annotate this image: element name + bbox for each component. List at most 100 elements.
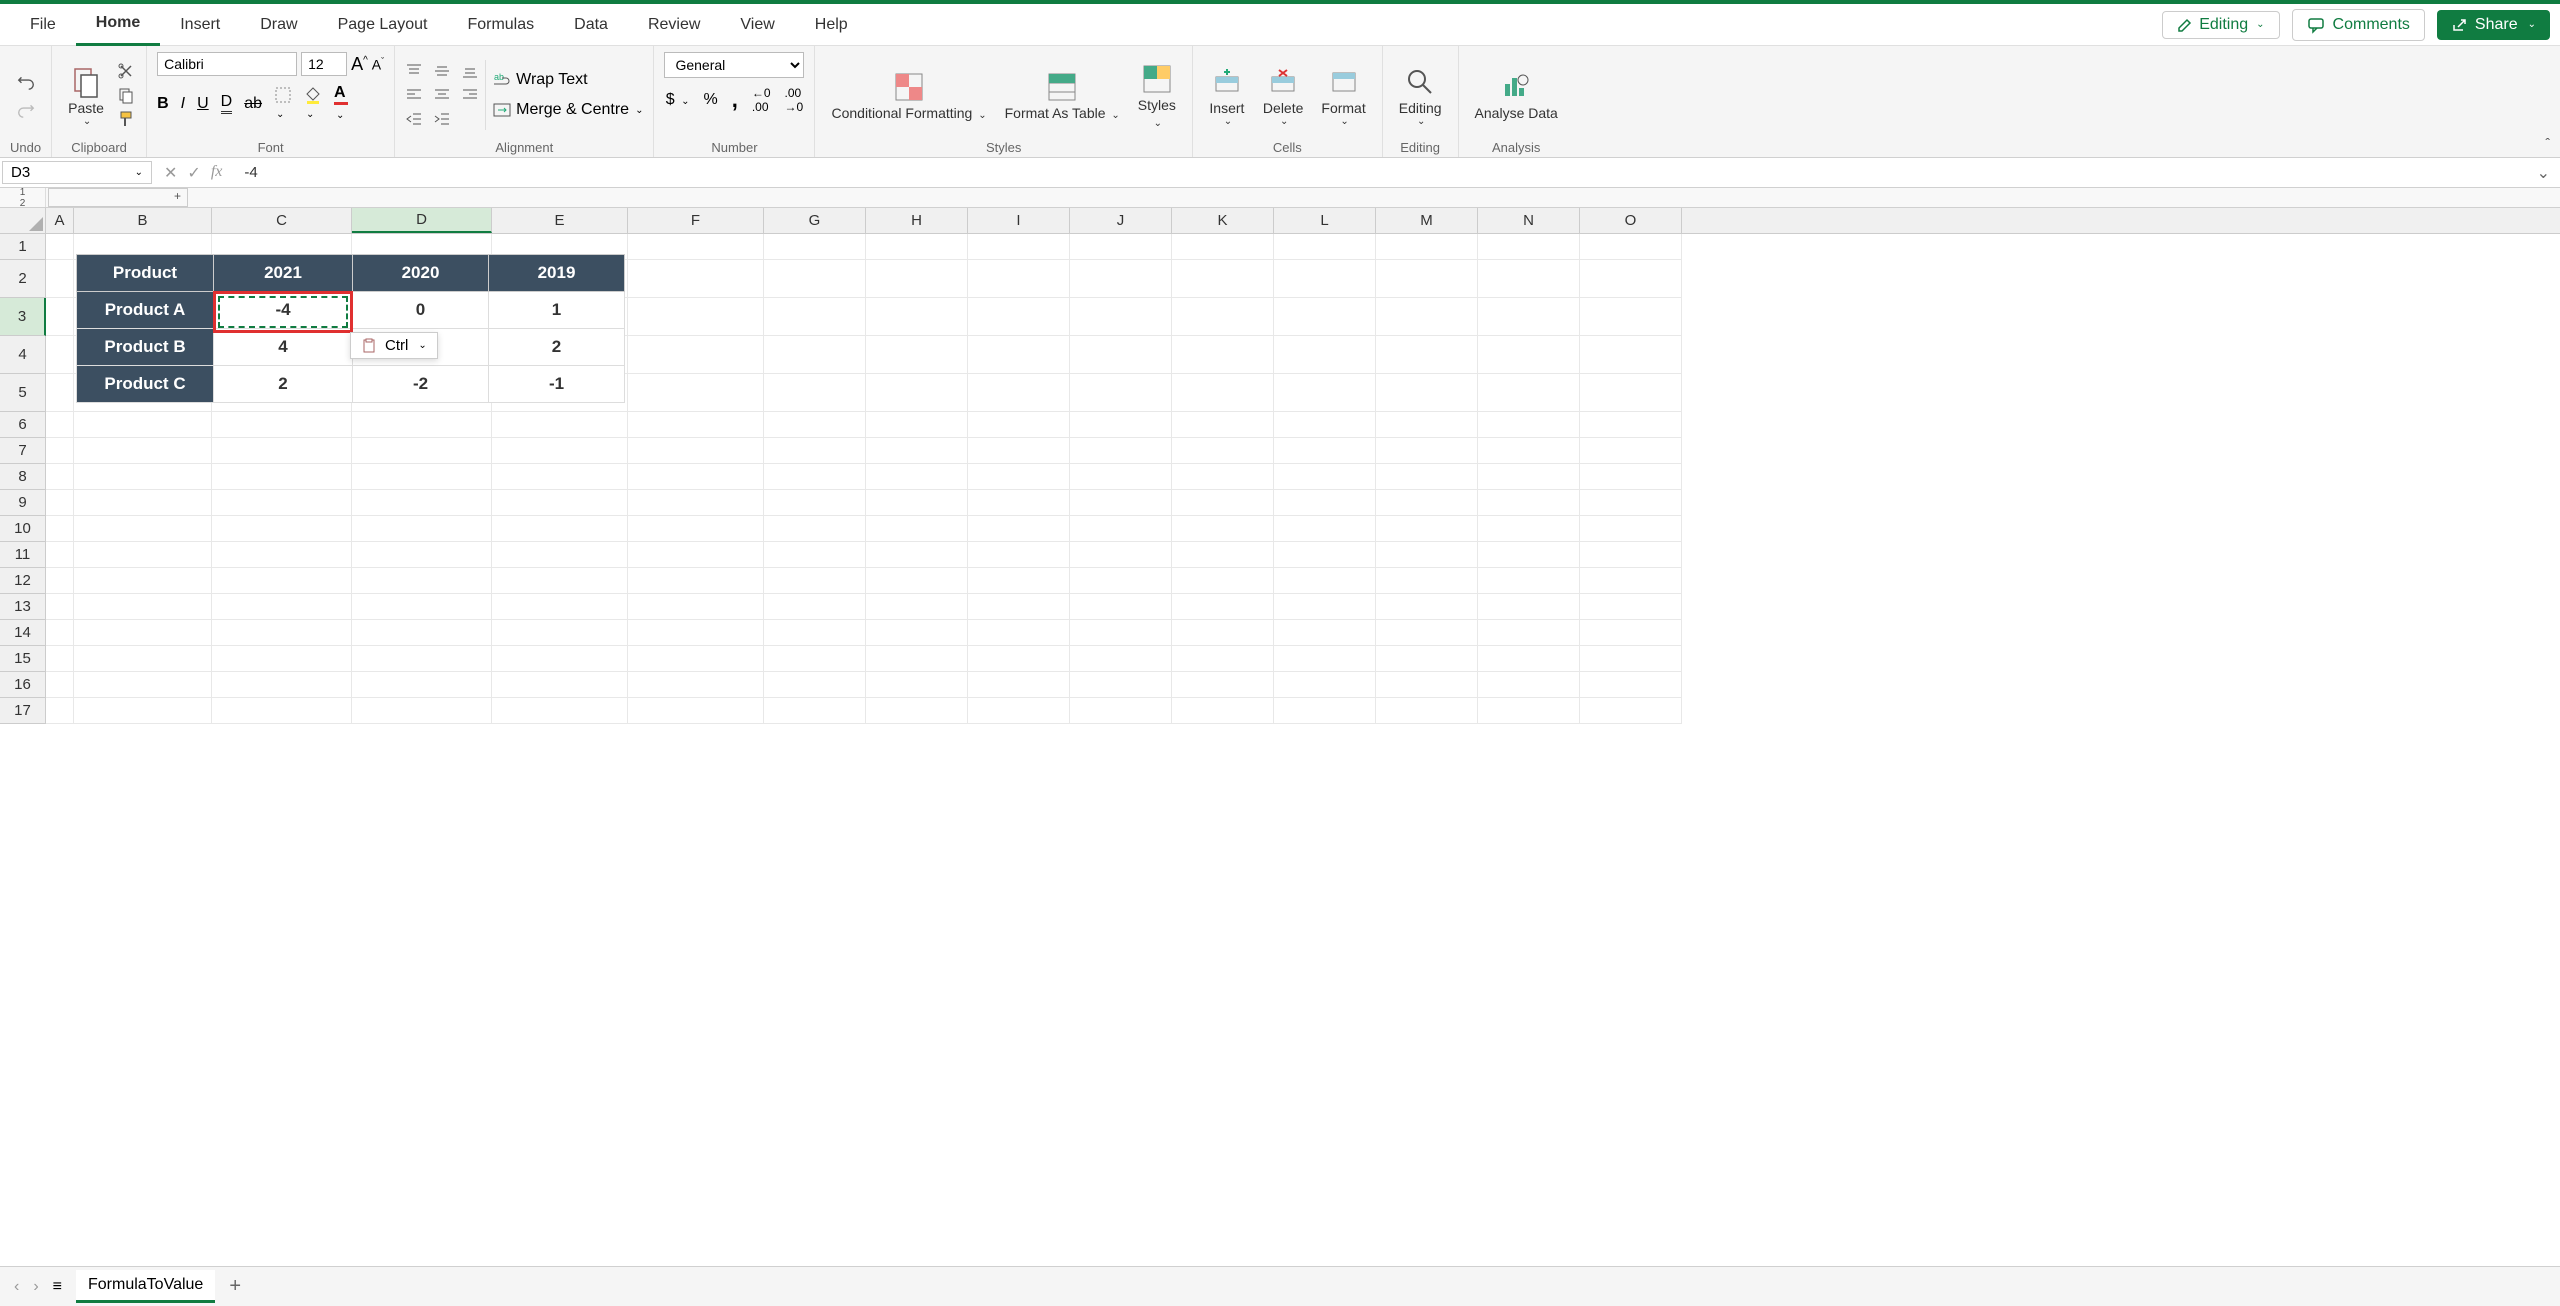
cell-L11[interactable] — [1274, 542, 1376, 568]
cell-I17[interactable] — [968, 698, 1070, 724]
cell-E11[interactable] — [492, 542, 628, 568]
cell-N16[interactable] — [1478, 672, 1580, 698]
cell-C14[interactable] — [212, 620, 352, 646]
cell-H15[interactable] — [866, 646, 968, 672]
cell-D9[interactable] — [352, 490, 492, 516]
cell-G13[interactable] — [764, 594, 866, 620]
cell-O7[interactable] — [1580, 438, 1682, 464]
row-header-2[interactable]: 2 — [0, 260, 46, 298]
cell-K13[interactable] — [1172, 594, 1274, 620]
cell-N5[interactable] — [1478, 374, 1580, 412]
cell-L12[interactable] — [1274, 568, 1376, 594]
cell-K7[interactable] — [1172, 438, 1274, 464]
cell-I2[interactable] — [968, 260, 1070, 298]
cell-O16[interactable] — [1580, 672, 1682, 698]
cell-C6[interactable] — [212, 412, 352, 438]
row-header-15[interactable]: 15 — [0, 646, 46, 672]
cell-G14[interactable] — [764, 620, 866, 646]
menu-tab-data[interactable]: Data — [554, 4, 628, 46]
column-header-G[interactable]: G — [764, 208, 866, 233]
cell-K6[interactable] — [1172, 412, 1274, 438]
cell-D8[interactable] — [352, 464, 492, 490]
cell-G15[interactable] — [764, 646, 866, 672]
paste-options-tag[interactable]: Ctrl ⌄ — [350, 332, 438, 359]
cell-G4[interactable] — [764, 336, 866, 374]
cell-M6[interactable] — [1376, 412, 1478, 438]
cell-C10[interactable] — [212, 516, 352, 542]
align-right-icon[interactable] — [461, 86, 479, 104]
cell-I10[interactable] — [968, 516, 1070, 542]
cell-H9[interactable] — [866, 490, 968, 516]
row-header-1[interactable]: 1 — [0, 234, 46, 260]
cell-J13[interactable] — [1070, 594, 1172, 620]
cell-N15[interactable] — [1478, 646, 1580, 672]
row-header-12[interactable]: 12 — [0, 568, 46, 594]
cell-N2[interactable] — [1478, 260, 1580, 298]
cell-E10[interactable] — [492, 516, 628, 542]
conditional-formatting-button[interactable]: Conditional Formatting ⌄ — [825, 67, 992, 123]
row-header-7[interactable]: 7 — [0, 438, 46, 464]
cell-H6[interactable] — [866, 412, 968, 438]
cell-I1[interactable] — [968, 234, 1070, 260]
row-header-8[interactable]: 8 — [0, 464, 46, 490]
cell-K1[interactable] — [1172, 234, 1274, 260]
cell-L15[interactable] — [1274, 646, 1376, 672]
align-bottom-icon[interactable] — [461, 62, 479, 80]
cell-J5[interactable] — [1070, 374, 1172, 412]
cell-A7[interactable] — [46, 438, 74, 464]
copy-icon[interactable] — [116, 85, 136, 105]
cell-H12[interactable] — [866, 568, 968, 594]
cell-I9[interactable] — [968, 490, 1070, 516]
decrease-decimal-icon[interactable]: .00→0 — [785, 86, 804, 114]
outline-expand-icon[interactable]: + — [48, 188, 188, 207]
cell-O6[interactable] — [1580, 412, 1682, 438]
double-underline-button[interactable]: D — [221, 93, 233, 114]
cell-F5[interactable] — [628, 374, 764, 412]
table-cell[interactable]: -2 — [353, 366, 489, 403]
menu-tab-formulas[interactable]: Formulas — [447, 4, 554, 46]
cell-B15[interactable] — [74, 646, 212, 672]
cell-O8[interactable] — [1580, 464, 1682, 490]
cell-G17[interactable] — [764, 698, 866, 724]
cell-K17[interactable] — [1172, 698, 1274, 724]
cell-I15[interactable] — [968, 646, 1070, 672]
cell-B12[interactable] — [74, 568, 212, 594]
cell-L8[interactable] — [1274, 464, 1376, 490]
cell-K12[interactable] — [1172, 568, 1274, 594]
cell-O11[interactable] — [1580, 542, 1682, 568]
row-header-5[interactable]: 5 — [0, 374, 46, 412]
menu-tab-review[interactable]: Review — [628, 4, 720, 46]
cell-A3[interactable] — [46, 298, 74, 336]
cell-D16[interactable] — [352, 672, 492, 698]
cell-M10[interactable] — [1376, 516, 1478, 542]
cell-O1[interactable] — [1580, 234, 1682, 260]
cell-G10[interactable] — [764, 516, 866, 542]
cell-L16[interactable] — [1274, 672, 1376, 698]
format-as-table-button[interactable]: Format As Table ⌄ — [999, 67, 1126, 123]
cell-L5[interactable] — [1274, 374, 1376, 412]
cell-C9[interactable] — [212, 490, 352, 516]
cell-G1[interactable] — [764, 234, 866, 260]
all-sheets-icon[interactable]: ≡ — [53, 1278, 62, 1296]
cell-E6[interactable] — [492, 412, 628, 438]
cell-O12[interactable] — [1580, 568, 1682, 594]
cell-C15[interactable] — [212, 646, 352, 672]
cell-E7[interactable] — [492, 438, 628, 464]
cell-F17[interactable] — [628, 698, 764, 724]
cell-K10[interactable] — [1172, 516, 1274, 542]
cell-E16[interactable] — [492, 672, 628, 698]
cell-O13[interactable] — [1580, 594, 1682, 620]
row-header-16[interactable]: 16 — [0, 672, 46, 698]
cell-G6[interactable] — [764, 412, 866, 438]
currency-button[interactable]: $ ⌄ — [666, 91, 690, 109]
row-header-10[interactable]: 10 — [0, 516, 46, 542]
cell-A14[interactable] — [46, 620, 74, 646]
cell-O9[interactable] — [1580, 490, 1682, 516]
strike-button[interactable]: ab — [244, 95, 262, 113]
table-cell[interactable]: 1 — [489, 292, 625, 329]
decrease-indent-icon[interactable] — [405, 110, 423, 128]
cell-N1[interactable] — [1478, 234, 1580, 260]
paste-button[interactable]: Paste ⌄ — [62, 62, 110, 129]
cell-L17[interactable] — [1274, 698, 1376, 724]
cell-A8[interactable] — [46, 464, 74, 490]
